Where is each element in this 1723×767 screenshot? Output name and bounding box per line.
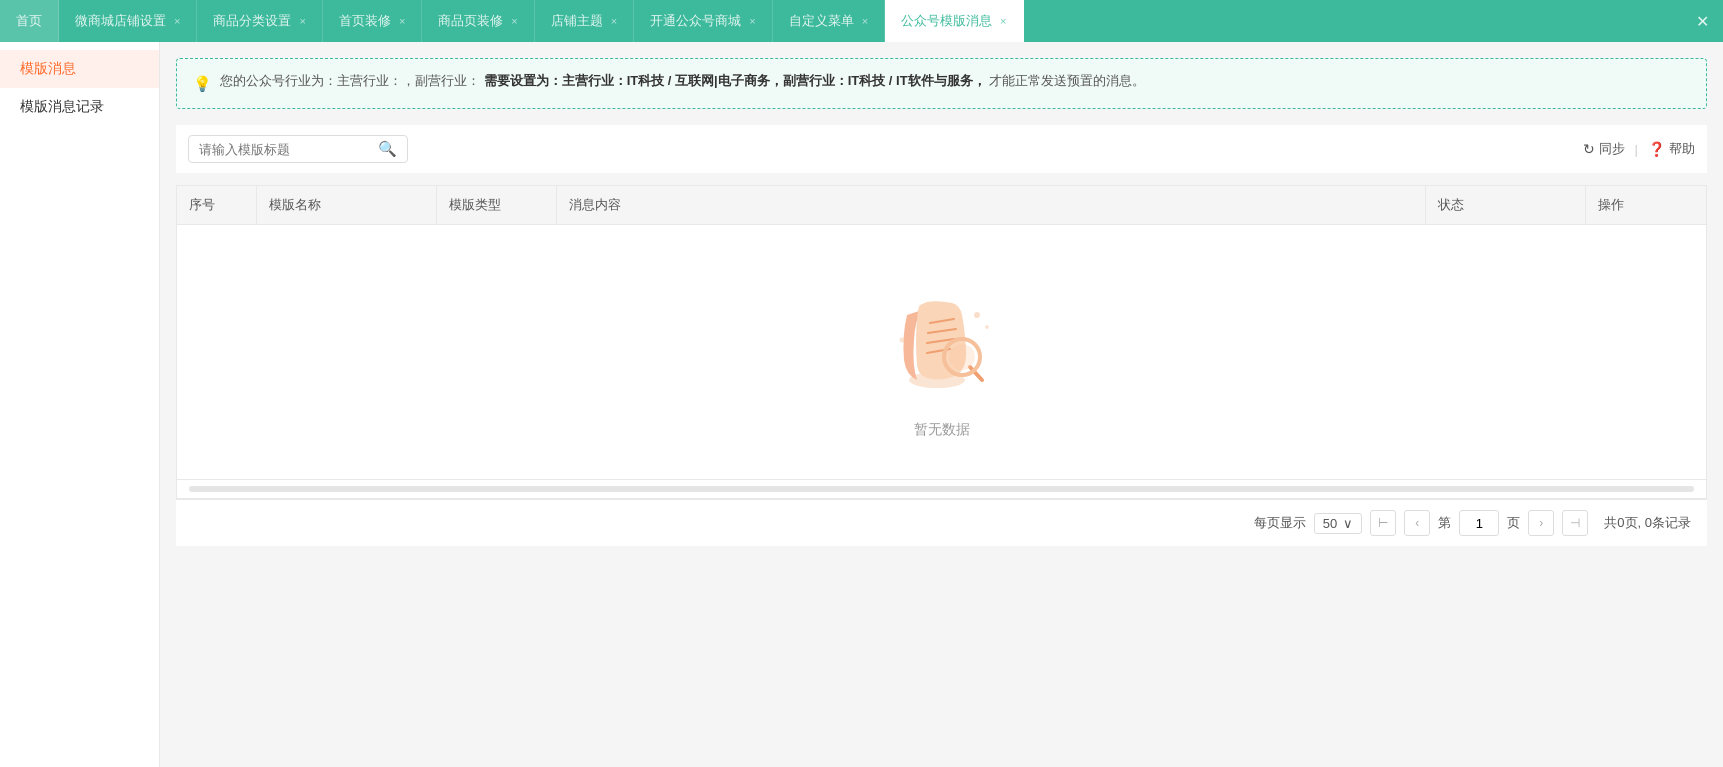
sidebar-item-template-msg-log-label: 模版消息记录 bbox=[20, 98, 104, 114]
prev-page-icon: ‹ bbox=[1415, 516, 1419, 530]
tab-category[interactable]: 商品分类设置 × bbox=[197, 0, 322, 42]
content-area: 💡 您的公众号行业为：主营行业：，副营行业： 需要设置为：主营行业：IT科技 /… bbox=[160, 42, 1723, 767]
horizontal-scrollbar[interactable] bbox=[189, 486, 1694, 492]
last-page-icon: ⊣ bbox=[1570, 516, 1580, 530]
page-size-value: 50 bbox=[1323, 516, 1337, 531]
svg-point-8 bbox=[974, 312, 980, 318]
close-tab-template-msg[interactable]: × bbox=[1000, 15, 1006, 27]
close-tab-category[interactable]: × bbox=[299, 15, 305, 27]
pagination: 每页显示 50 ∨ ⊢ ‹ 第 页 › ⊣ 共0页, 0条记录 bbox=[176, 499, 1707, 546]
help-label: 帮助 bbox=[1669, 140, 1695, 158]
di-word: 第 bbox=[1438, 514, 1451, 532]
col-header-index: 序号 bbox=[177, 186, 257, 224]
tab-home-decor-label: 首页装修 bbox=[339, 12, 391, 30]
tab-wechat-shop[interactable]: 微商城店铺设置 × bbox=[59, 0, 197, 42]
close-tab-home-decor[interactable]: × bbox=[399, 15, 405, 27]
col-header-type: 模版类型 bbox=[437, 186, 557, 224]
search-icon[interactable]: 🔍 bbox=[378, 140, 397, 158]
col-header-content: 消息内容 bbox=[557, 186, 1426, 224]
close-tab-wechat-shop[interactable]: × bbox=[174, 15, 180, 27]
tab-open-mall-label: 开通公众号商城 bbox=[650, 12, 741, 30]
data-table: 序号 模版名称 模版类型 消息内容 状态 操作 bbox=[176, 185, 1707, 499]
notice-suffix: 才能正常发送预置的消息。 bbox=[989, 73, 1145, 88]
svg-point-10 bbox=[899, 338, 904, 343]
table-header: 序号 模版名称 模版类型 消息内容 状态 操作 bbox=[177, 186, 1706, 225]
tab-home[interactable]: 首页 bbox=[0, 0, 59, 42]
main-layout: 模版消息 模版消息记录 💡 您的公众号行业为：主营行业：，副营行业： 需要设置为… bbox=[0, 42, 1723, 767]
sync-label: 同步 bbox=[1599, 140, 1625, 158]
tab-template-msg-label: 公众号模版消息 bbox=[901, 12, 992, 30]
toolbar-right: ↻ 同步 | ❓ 帮助 bbox=[1583, 140, 1695, 158]
col-header-status: 状态 bbox=[1426, 186, 1586, 224]
next-page-button[interactable]: › bbox=[1528, 510, 1554, 536]
toolbar: 🔍 ↻ 同步 | ❓ 帮助 bbox=[176, 125, 1707, 173]
top-navigation: 首页 微商城店铺设置 × 商品分类设置 × 首页装修 × 商品页装修 × 店铺主… bbox=[0, 0, 1723, 42]
tab-wechat-shop-label: 微商城店铺设置 bbox=[75, 12, 166, 30]
tab-shop-theme[interactable]: 店铺主题 × bbox=[535, 0, 634, 42]
sidebar: 模版消息 模版消息记录 bbox=[0, 42, 160, 767]
close-tab-shop-theme[interactable]: × bbox=[611, 15, 617, 27]
scrollbar-area[interactable] bbox=[177, 479, 1706, 498]
sidebar-item-template-msg-log[interactable]: 模版消息记录 bbox=[0, 88, 159, 126]
sidebar-item-template-msg-label: 模版消息 bbox=[20, 60, 76, 76]
close-tab-open-mall[interactable]: × bbox=[749, 15, 755, 27]
page-number-input[interactable] bbox=[1459, 510, 1499, 536]
tab-product-decor[interactable]: 商品页装修 × bbox=[422, 0, 534, 42]
tab-custom-menu[interactable]: 自定义菜单 × bbox=[773, 0, 885, 42]
close-tab-custom-menu[interactable]: × bbox=[862, 15, 868, 27]
tab-home-label: 首页 bbox=[16, 12, 42, 30]
page-word: 页 bbox=[1507, 514, 1520, 532]
search-wrap[interactable]: 🔍 bbox=[188, 135, 408, 163]
tab-open-mall[interactable]: 开通公众号商城 × bbox=[634, 0, 772, 42]
sync-button[interactable]: ↻ 同步 bbox=[1583, 140, 1625, 158]
first-page-button[interactable]: ⊢ bbox=[1370, 510, 1396, 536]
total-info: 共0页, 0条记录 bbox=[1604, 514, 1691, 532]
toolbar-divider: | bbox=[1635, 142, 1638, 157]
col-header-name: 模版名称 bbox=[257, 186, 437, 224]
page-size-label: 每页显示 bbox=[1254, 514, 1306, 532]
empty-text: 暂无数据 bbox=[914, 421, 970, 439]
empty-state: 暂无数据 bbox=[177, 225, 1706, 479]
tab-shop-theme-label: 店铺主题 bbox=[551, 12, 603, 30]
tab-category-label: 商品分类设置 bbox=[213, 12, 291, 30]
col-header-action: 操作 bbox=[1586, 186, 1706, 224]
prev-page-button[interactable]: ‹ bbox=[1404, 510, 1430, 536]
sidebar-item-template-msg[interactable]: 模版消息 bbox=[0, 50, 159, 88]
notice-icon: 💡 bbox=[193, 72, 212, 96]
tab-product-decor-label: 商品页装修 bbox=[438, 12, 503, 30]
close-tab-product-decor[interactable]: × bbox=[511, 15, 517, 27]
tab-template-msg[interactable]: 公众号模版消息 × bbox=[885, 0, 1023, 42]
notice-highlight: 需要设置为：主营行业：IT科技 / 互联网|电子商务，副营行业：IT科技 / I… bbox=[484, 73, 986, 88]
tab-home-decor[interactable]: 首页装修 × bbox=[323, 0, 422, 42]
page-size-dropdown-icon: ∨ bbox=[1343, 516, 1353, 531]
next-page-icon: › bbox=[1539, 516, 1543, 530]
notice-box: 💡 您的公众号行业为：主营行业：，副营行业： 需要设置为：主营行业：IT科技 /… bbox=[176, 58, 1707, 109]
notice-text: 您的公众号行业为：主营行业：，副营行业： 需要设置为：主营行业：IT科技 / 互… bbox=[220, 71, 1145, 92]
empty-illustration bbox=[882, 285, 1002, 405]
page-size-select[interactable]: 50 ∨ bbox=[1314, 513, 1362, 534]
sync-icon: ↻ bbox=[1583, 141, 1595, 157]
svg-point-7 bbox=[949, 344, 975, 370]
last-page-button[interactable]: ⊣ bbox=[1562, 510, 1588, 536]
first-page-icon: ⊢ bbox=[1378, 516, 1388, 530]
help-icon: ❓ bbox=[1648, 141, 1665, 157]
search-input[interactable] bbox=[199, 142, 378, 157]
notice-prefix: 您的公众号行业为：主营行业：，副营行业： bbox=[220, 73, 480, 88]
close-all-tabs-button[interactable]: ✕ bbox=[1682, 12, 1723, 31]
help-button[interactable]: ❓ 帮助 bbox=[1648, 140, 1695, 158]
svg-point-9 bbox=[985, 325, 989, 329]
tab-custom-menu-label: 自定义菜单 bbox=[789, 12, 854, 30]
